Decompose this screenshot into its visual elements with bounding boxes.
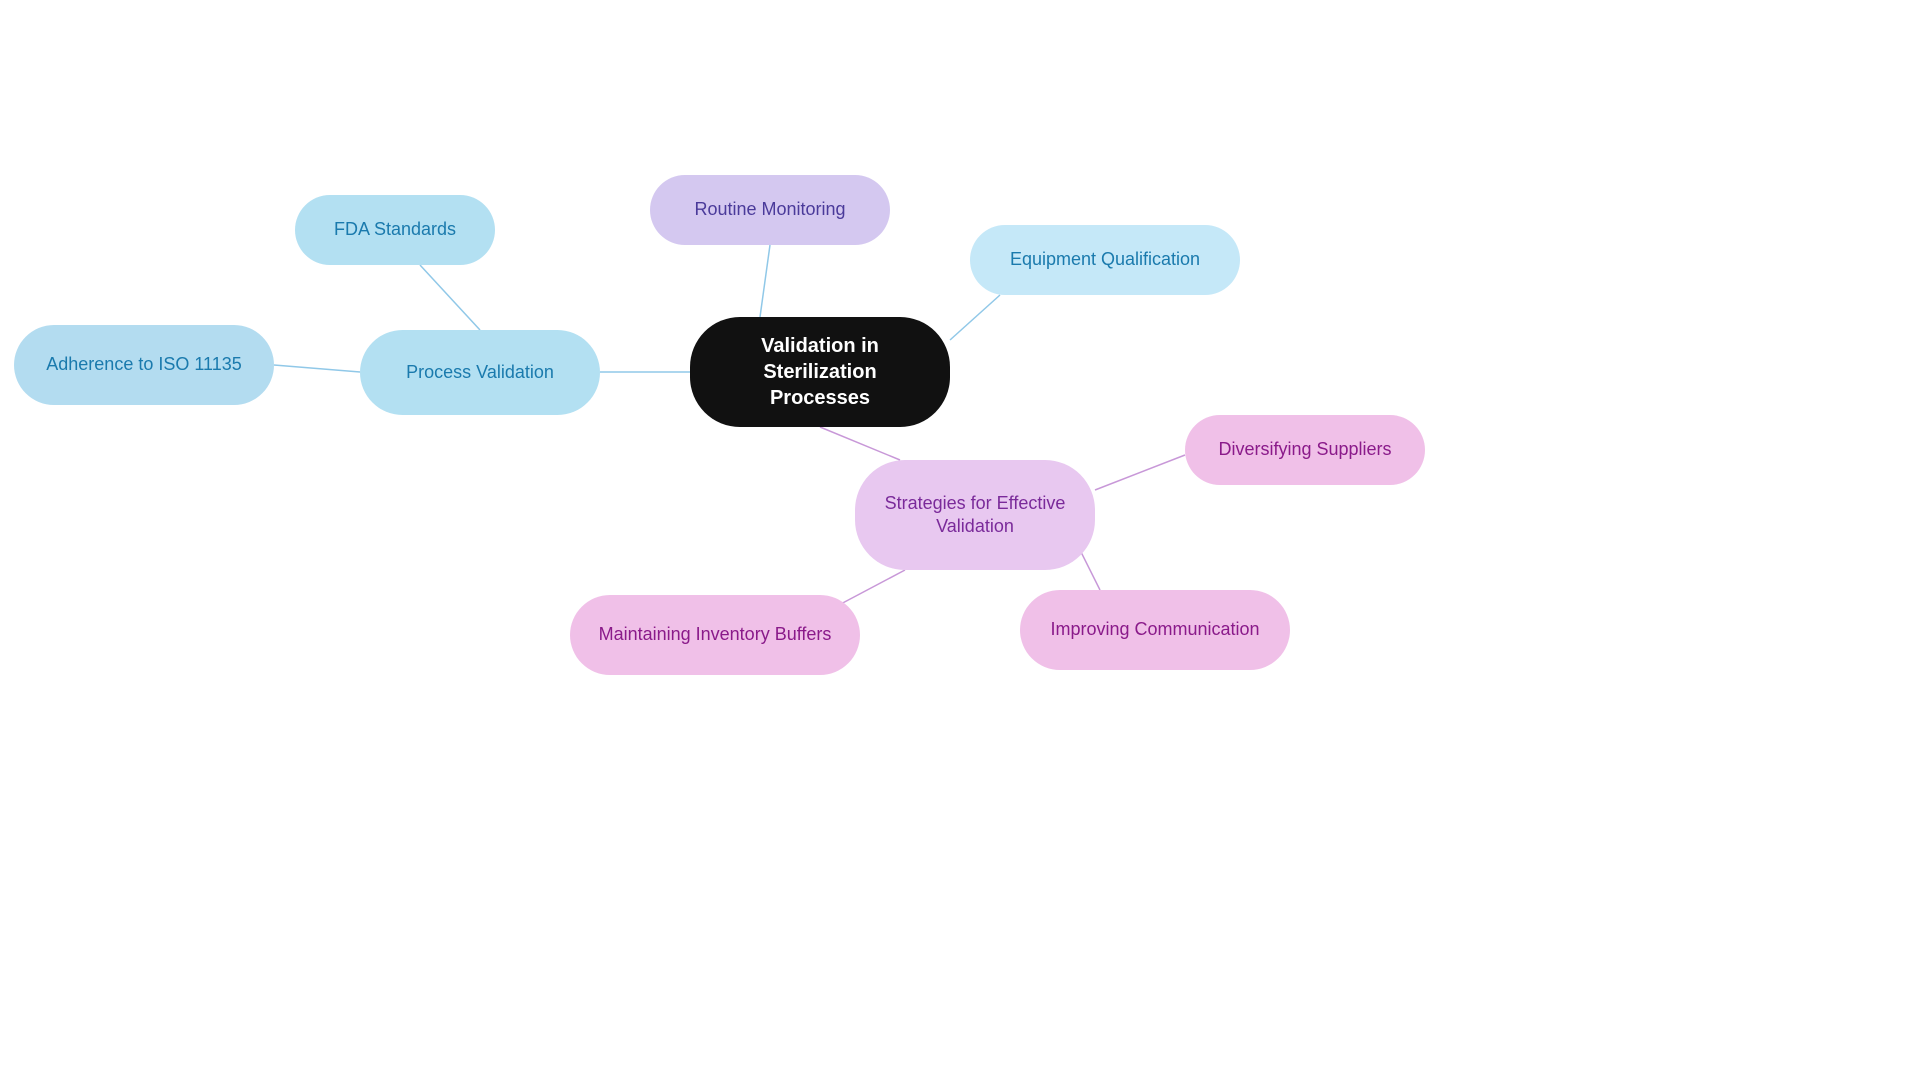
process-validation-node[interactable]: Process Validation <box>360 330 600 415</box>
center-node-label: Validation in Sterilization Processes <box>714 333 926 411</box>
equipment-qualification-label: Equipment Qualification <box>1010 248 1200 271</box>
improving-communication-node[interactable]: Improving Communication <box>1020 590 1290 670</box>
iso-adherence-node[interactable]: Adherence to ISO 11135 <box>14 325 274 405</box>
routine-monitoring-label: Routine Monitoring <box>694 198 845 221</box>
process-validation-label: Process Validation <box>406 361 554 384</box>
fda-standards-label: FDA Standards <box>334 218 456 241</box>
diversifying-suppliers-node[interactable]: Diversifying Suppliers <box>1185 415 1425 485</box>
fda-standards-node[interactable]: FDA Standards <box>295 195 495 265</box>
equipment-qualification-node[interactable]: Equipment Qualification <box>970 225 1240 295</box>
strategies-label: Strategies for Effective Validation <box>879 492 1071 539</box>
improving-communication-label: Improving Communication <box>1050 618 1259 641</box>
strategies-node[interactable]: Strategies for Effective Validation <box>855 460 1095 570</box>
diversifying-suppliers-label: Diversifying Suppliers <box>1218 438 1391 461</box>
inventory-buffers-label: Maintaining Inventory Buffers <box>599 623 832 646</box>
center-node[interactable]: Validation in Sterilization Processes <box>690 317 950 427</box>
inventory-buffers-node[interactable]: Maintaining Inventory Buffers <box>570 595 860 675</box>
iso-adherence-label: Adherence to ISO 11135 <box>46 353 241 376</box>
routine-monitoring-node[interactable]: Routine Monitoring <box>650 175 890 245</box>
